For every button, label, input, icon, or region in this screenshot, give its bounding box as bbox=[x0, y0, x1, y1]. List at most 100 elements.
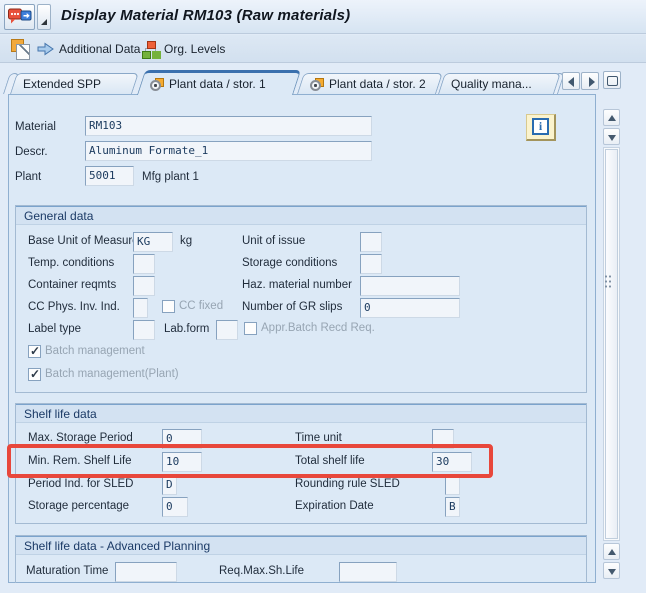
general-data-group: General data Base Unit of Measure KG kg … bbox=[15, 205, 587, 393]
batch-management-checkbox: Batch management bbox=[28, 344, 145, 358]
plant-field[interactable]: 5001 bbox=[85, 166, 134, 186]
material-field[interactable]: RM103 bbox=[85, 116, 372, 136]
scrollbar-grip-icon bbox=[604, 274, 613, 290]
shelf-life-group: Shelf life data Max. Storage Period 0 Ti… bbox=[15, 403, 587, 524]
info-button[interactable] bbox=[526, 114, 556, 141]
haz-material-field[interactable] bbox=[360, 276, 460, 296]
lab-form-field[interactable] bbox=[216, 320, 238, 340]
additional-data-label: Additional Data bbox=[59, 42, 141, 56]
display-change-toggle-button[interactable] bbox=[6, 37, 34, 61]
unit-of-issue-label: Unit of issue bbox=[242, 235, 306, 247]
min-rem-shelf-life-field[interactable]: 10 bbox=[162, 452, 202, 472]
label-type-field[interactable] bbox=[133, 320, 155, 340]
label-type-label: Label type bbox=[28, 323, 82, 335]
expiration-date-field[interactable]: B bbox=[445, 497, 460, 517]
period-ind-field[interactable]: D bbox=[162, 475, 177, 495]
maturation-time-label: Maturation Time bbox=[26, 565, 109, 577]
container-reqmts-label: Container reqmts bbox=[28, 279, 117, 291]
scrollbar-down-button[interactable] bbox=[603, 128, 620, 145]
cc-phys-label: CC Phys. Inv. Ind. bbox=[28, 301, 120, 313]
scrollbar-bottom-down-button[interactable] bbox=[603, 562, 620, 579]
display-change-icon bbox=[10, 39, 30, 60]
tab-content-panel: Material RM103 Descr. Aluminum Formate_1… bbox=[8, 94, 596, 583]
time-unit-field[interactable] bbox=[432, 429, 454, 449]
object-services-button[interactable] bbox=[4, 4, 35, 30]
tab-extended-spp[interactable]: Extended SPP bbox=[10, 73, 139, 94]
base-unit-value: KG bbox=[137, 235, 151, 248]
tab-label: Extended SPP bbox=[23, 77, 102, 91]
checkbox-box bbox=[162, 299, 175, 313]
min-rem-shelf-life-label: Min. Rem. Shelf Life bbox=[28, 455, 132, 467]
cc-phys-field[interactable] bbox=[133, 298, 148, 318]
time-unit-label: Time unit bbox=[295, 432, 342, 444]
total-shelf-life-label: Total shelf life bbox=[295, 455, 365, 467]
batch-management-label: Batch management bbox=[45, 345, 145, 357]
scrollbar-up-button[interactable] bbox=[603, 109, 620, 126]
plant-label: Plant bbox=[15, 171, 42, 183]
temp-conditions-field[interactable] bbox=[133, 254, 155, 274]
command-dropdown-button[interactable] bbox=[37, 4, 51, 30]
info-icon bbox=[532, 118, 549, 135]
req-max-shelf-life-field[interactable] bbox=[339, 562, 397, 582]
page-title: Display Material RM103 (Raw materials) bbox=[61, 7, 351, 24]
lab-form-label: Lab.form bbox=[164, 323, 210, 335]
checkbox-box bbox=[28, 344, 41, 358]
container-reqmts-field[interactable] bbox=[133, 276, 155, 296]
storage-percentage-value: 0 bbox=[166, 500, 173, 513]
scrollbar-track[interactable] bbox=[603, 147, 620, 541]
req-max-shelf-life-label: Req.Max.Sh.Life bbox=[219, 565, 305, 577]
haz-material-label: Haz. material number bbox=[242, 279, 352, 291]
tab-quality-management[interactable]: Quality mana... bbox=[438, 73, 561, 94]
checkbox-box bbox=[28, 367, 41, 381]
org-levels-icon bbox=[142, 41, 159, 59]
general-data-header: General data bbox=[16, 206, 586, 225]
maturation-time-field[interactable] bbox=[115, 562, 177, 582]
descr-field[interactable]: Aluminum Formate_1 bbox=[85, 141, 372, 161]
base-unit-label: Base Unit of Measure bbox=[28, 235, 139, 247]
tab-label: Plant data / stor. 2 bbox=[329, 77, 426, 91]
checkbox-box bbox=[244, 321, 257, 335]
max-storage-field[interactable]: 0 bbox=[162, 429, 202, 449]
tab-overview-button[interactable] bbox=[603, 71, 621, 89]
org-levels-button[interactable]: Org. Levels bbox=[138, 37, 229, 61]
scrollbar-bottom-up-button[interactable] bbox=[603, 543, 620, 560]
batch-management-plant-label: Batch management(Plant) bbox=[45, 368, 179, 380]
plant-data-icon bbox=[150, 78, 164, 91]
additional-data-arrow-icon bbox=[37, 42, 54, 56]
period-ind-label: Period Ind. for SLED bbox=[28, 478, 134, 490]
material-label: Material bbox=[15, 121, 56, 133]
tab-plant-data-stor-2[interactable]: Plant data / stor. 2 bbox=[297, 73, 443, 94]
max-storage-value: 0 bbox=[166, 432, 173, 445]
tab-plant-data-stor-1[interactable]: Plant data / stor. 1 bbox=[137, 70, 302, 95]
period-ind-value: D bbox=[166, 478, 173, 491]
rounding-rule-label: Rounding rule SLED bbox=[295, 478, 400, 490]
base-unit-description: kg bbox=[180, 235, 193, 247]
max-storage-label: Max. Storage Period bbox=[28, 432, 133, 444]
plant-value: 5001 bbox=[89, 169, 116, 182]
expiration-date-label: Expiration Date bbox=[295, 500, 374, 512]
plant-description: Mfg plant 1 bbox=[142, 171, 199, 183]
storage-percentage-field[interactable]: 0 bbox=[162, 497, 188, 517]
scrollbar-thumb[interactable] bbox=[605, 149, 618, 539]
unit-of-issue-field[interactable] bbox=[360, 232, 382, 252]
total-shelf-life-field[interactable]: 30 bbox=[432, 452, 472, 472]
temp-conditions-label: Temp. conditions bbox=[28, 257, 115, 269]
rounding-rule-field[interactable] bbox=[445, 475, 460, 495]
title-bar: Display Material RM103 (Raw materials) bbox=[0, 0, 646, 34]
min-rem-shelf-life-value: 10 bbox=[166, 455, 180, 468]
tab-scroll-left-button[interactable] bbox=[562, 72, 580, 90]
gr-slips-value: 0 bbox=[364, 301, 371, 314]
base-unit-field[interactable]: KG bbox=[133, 232, 173, 252]
batch-management-plant-checkbox: Batch management(Plant) bbox=[28, 367, 179, 381]
descr-value: Aluminum Formate_1 bbox=[89, 144, 209, 157]
advanced-planning-group: Shelf life data - Advanced Planning Matu… bbox=[15, 535, 587, 583]
shelf-life-header: Shelf life data bbox=[16, 404, 586, 423]
application-toolbar: Additional Data Org. Levels bbox=[0, 35, 646, 63]
storage-percentage-label: Storage percentage bbox=[28, 500, 130, 512]
storage-conditions-field[interactable] bbox=[360, 254, 382, 274]
gr-slips-field[interactable]: 0 bbox=[360, 298, 460, 318]
additional-data-button[interactable]: Additional Data bbox=[33, 37, 144, 61]
tab-label: Quality mana... bbox=[451, 77, 532, 91]
tab-scroll-right-button[interactable] bbox=[581, 72, 599, 90]
appr-batch-checkbox: Appr.Batch Recd Req. bbox=[244, 321, 375, 335]
